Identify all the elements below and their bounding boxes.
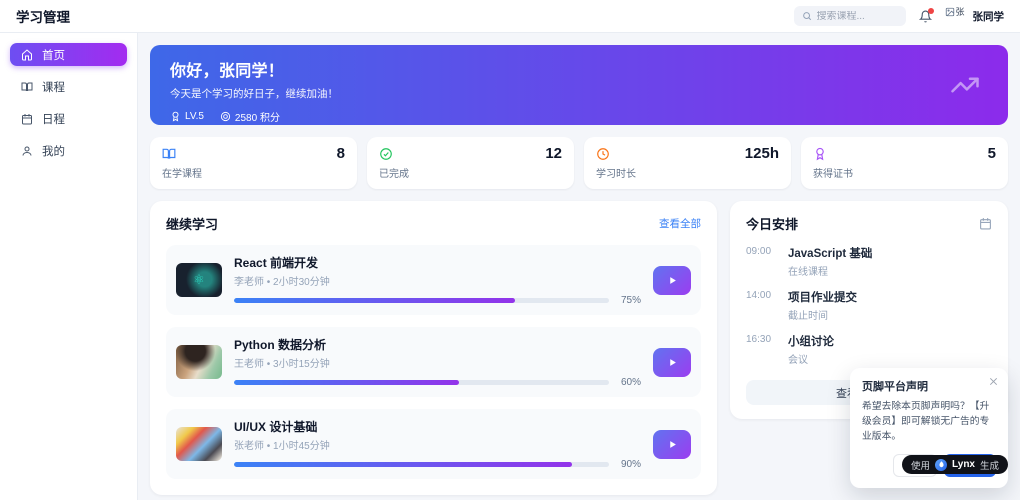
sidebar-item-profile[interactable]: 我的 — [10, 139, 127, 162]
schedule-time: 16:30 — [746, 334, 772, 345]
progress-percent: 90% — [620, 459, 641, 470]
stat-label: 学习时长 — [596, 169, 636, 180]
course-thumbnail — [176, 427, 222, 461]
stat-label: 已完成 — [379, 169, 409, 180]
avatar-alt-text: 张 — [955, 6, 965, 17]
greeting-title: 你好，张同学！ — [170, 63, 285, 80]
schedule-time: 09:00 — [746, 246, 772, 257]
course-meta: 李老师 • 2小时30分钟 — [234, 277, 330, 288]
section-title: 今日安排 — [746, 217, 799, 232]
section-title: 继续学习 — [166, 217, 219, 232]
points-badge-label: 2580 积分 — [234, 113, 280, 124]
home-icon — [21, 48, 33, 61]
search-input[interactable] — [816, 10, 898, 22]
book-icon — [162, 147, 176, 161]
course-row-react[interactable]: ⚛ React 前端开发 李老师 • 2小时30分钟 75% — [166, 245, 701, 315]
greeting-subtitle: 今天是个学习的好日子，继续加油！ — [170, 88, 338, 100]
progress-bar — [234, 298, 609, 303]
sidebar-item-schedule[interactable]: 日程 — [10, 107, 127, 130]
schedule-time: 14:00 — [746, 290, 772, 301]
progress-percent: 75% — [620, 295, 641, 306]
user-icon — [21, 145, 33, 157]
stat-card-completed: 12 已完成 — [367, 137, 574, 189]
schedule-type: 截止时间 — [788, 311, 828, 322]
badge-prefix: 使用 — [911, 460, 931, 472]
play-button[interactable] — [653, 429, 691, 459]
search-icon — [802, 11, 812, 21]
sidebar: 首页 课程 日程 我的 — [0, 33, 138, 500]
avatar: 张 — [945, 7, 967, 26]
stat-card-certificates: 5 获得证书 — [801, 137, 1008, 189]
stat-value: 125h — [744, 145, 779, 162]
schedule-item: 14:00 项目作业提交 截止时间 — [746, 289, 992, 322]
course-row-python[interactable]: Python 数据分析 王老师 • 3小时15分钟 60% — [166, 327, 701, 397]
stat-card-study-time: 125h 学习时长 — [584, 137, 791, 189]
user-name: 张同学 — [972, 10, 1005, 23]
course-thumbnail — [176, 345, 222, 379]
award-icon — [170, 111, 181, 122]
stat-label: 获得证书 — [813, 169, 853, 180]
search-box[interactable] — [793, 6, 906, 26]
course-meta: 王老师 • 3小时15分钟 — [234, 359, 330, 370]
level-badge: LV.5 — [170, 111, 204, 122]
popup-title: 页脚平台声明 — [862, 381, 928, 393]
badge-suffix: 生成 — [979, 460, 999, 472]
continue-learning-card: 继续学习 查看全部 ⚛ React 前端开发 李老师 • 2小时30分钟 75% — [150, 201, 717, 495]
sidebar-item-label: 我的 — [42, 145, 65, 158]
medal-icon — [813, 147, 827, 161]
notification-bell-button[interactable] — [918, 7, 934, 23]
progress-percent: 60% — [620, 377, 641, 388]
sidebar-item-label: 课程 — [42, 81, 65, 94]
schedule-title: JavaScript 基础 — [788, 248, 873, 260]
course-thumbnail: ⚛ — [176, 263, 222, 297]
schedule-item: 16:30 小组讨论 会议 — [746, 333, 992, 366]
app-title: 学习管理 — [16, 10, 70, 25]
stat-value: 12 — [545, 145, 562, 162]
course-title: Python 数据分析 — [234, 338, 326, 352]
badge-brand: Lynx — [952, 459, 975, 470]
schedule-type: 在线课程 — [788, 267, 828, 278]
lynx-logo-icon — [935, 458, 948, 471]
sidebar-item-courses[interactable]: 课程 — [10, 75, 127, 98]
points-badge: 2580 积分 — [220, 109, 280, 124]
schedule-title: 项目作业提交 — [788, 292, 857, 304]
calendar-icon — [979, 217, 992, 230]
trending-up-icon — [950, 70, 980, 100]
course-title: UI/UX 设计基础 — [234, 420, 318, 434]
check-circle-icon — [379, 147, 393, 161]
user-menu[interactable]: 张 张同学 — [945, 7, 1005, 26]
view-all-link[interactable]: 查看全部 — [659, 216, 701, 231]
level-badge-label: LV.5 — [185, 111, 204, 122]
popup-body: 希望去除本页脚声明吗？【升级会员】即可解锁无广告的专业版本。 — [862, 401, 990, 443]
clock-icon — [596, 147, 610, 161]
course-title: React 前端开发 — [234, 256, 319, 270]
calendar-icon — [21, 113, 33, 125]
stat-value: 5 — [987, 145, 996, 162]
book-icon — [21, 81, 33, 93]
stat-card-courses: 8 在学课程 — [150, 137, 357, 189]
progress-bar — [234, 462, 609, 467]
play-button[interactable] — [653, 265, 691, 295]
schedule-title: 小组讨论 — [788, 336, 834, 348]
course-row-uiux[interactable]: UI/UX 设计基础 张老师 • 1小时45分钟 90% — [166, 409, 701, 479]
course-meta: 张老师 • 1小时45分钟 — [234, 441, 330, 452]
sidebar-item-home[interactable]: 首页 — [10, 43, 127, 66]
close-icon[interactable] — [988, 376, 999, 387]
progress-bar — [234, 380, 609, 385]
schedule-item: 09:00 JavaScript 基础 在线课程 — [746, 245, 992, 278]
stat-label: 在学课程 — [162, 169, 202, 180]
generator-badge[interactable]: 使用 Lynx 生成 — [902, 455, 1008, 474]
schedule-type: 会议 — [788, 355, 808, 366]
stats-row: 8 在学课程 12 已完成 125h 学习时长 5 获得证书 — [150, 137, 1008, 189]
notification-dot — [927, 7, 934, 14]
sidebar-item-label: 首页 — [42, 49, 65, 62]
stat-value: 8 — [336, 145, 345, 162]
sidebar-item-label: 日程 — [42, 113, 65, 126]
play-button[interactable] — [653, 347, 691, 377]
top-header: 学习管理 张 张同学 — [0, 0, 1020, 33]
target-icon — [220, 111, 231, 122]
welcome-banner: 你好，张同学！ 今天是个学习的好日子，继续加油！ LV.5 2580 积分 — [150, 45, 1008, 125]
